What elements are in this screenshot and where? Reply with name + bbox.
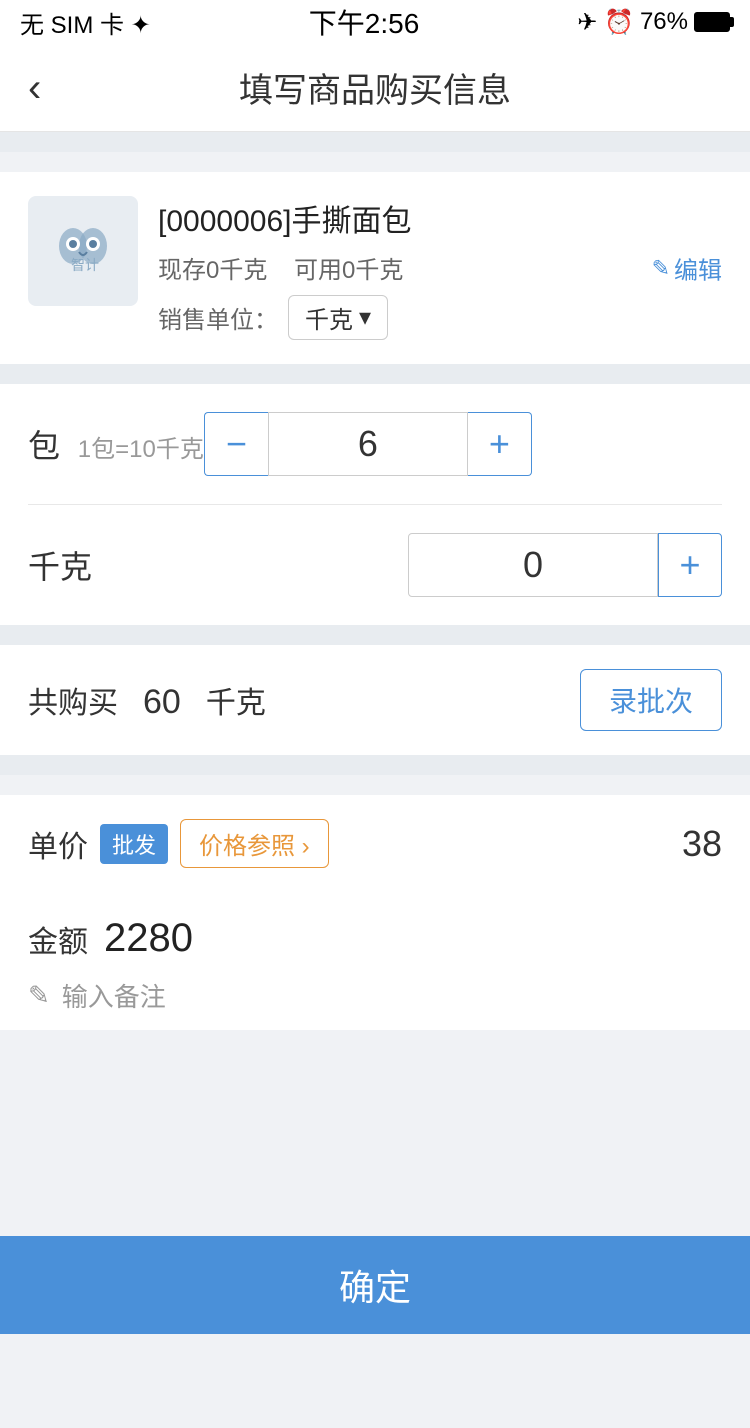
status-left: 无 SIM 卡 ✦ [20, 5, 151, 40]
stock-label: 现存0千克 [158, 257, 267, 284]
product-thumbnail: 智计 [28, 196, 138, 306]
nav-icons: ✈ ⏰ [577, 8, 634, 37]
section-divider-2 [0, 625, 750, 645]
product-unit-row: 销售单位： 千克 ▾ [158, 295, 722, 340]
price-value: 38 [682, 823, 722, 865]
back-button[interactable]: ‹ [28, 68, 41, 108]
kg-label: 千克 [28, 542, 408, 588]
price-label: 单价 [28, 822, 88, 866]
status-time: 下午2:56 [309, 2, 420, 42]
nav-bar: ‹ 填写商品购买信息 [0, 44, 750, 132]
product-name: [0000006]手撕面包 [158, 196, 722, 240]
confirm-button[interactable]: 确定 [0, 1236, 750, 1334]
total-row: 共购买 60 千克 录批次 [0, 645, 750, 755]
product-logo: 智计 [51, 218, 115, 285]
section-divider-3 [0, 755, 750, 775]
unit-select[interactable]: 千克 ▾ [288, 295, 388, 340]
status-bar: 无 SIM 卡 ✦ 下午2:56 ✈ ⏰ 76% [0, 0, 750, 44]
total-value: 60 [143, 683, 181, 721]
pencil-icon: ✎ [28, 980, 50, 1011]
product-stock: 现存0千克 可用0千克 [158, 250, 722, 285]
edit-label: 编辑 [674, 251, 722, 286]
page-title: 填写商品购买信息 [239, 63, 511, 112]
total-unit: 千克 [206, 687, 266, 720]
kg-row: 千克 + [28, 505, 722, 625]
status-right: ✈ ⏰ 76% [577, 8, 730, 37]
unit-value: 千克 [305, 300, 353, 335]
dropdown-icon: ▾ [359, 303, 371, 332]
price-ref-button[interactable]: 价格参照 › [180, 819, 329, 868]
price-section: 单价 批发 价格参照 › 38 [0, 795, 750, 892]
remark-placeholder: 输入备注 [62, 977, 166, 1014]
battery-percent: 76% [640, 8, 688, 36]
package-increment-button[interactable]: + [468, 412, 532, 476]
edit-icon: ✎ [652, 255, 670, 281]
total-text: 共购买 60 千克 [28, 678, 266, 722]
package-input[interactable] [268, 412, 468, 476]
package-row: 包 1包=10千克 − + [28, 384, 722, 505]
quantity-section: 包 1包=10千克 − + 千克 + [0, 384, 750, 625]
sim-label: 无 SIM 卡 ✦ [20, 5, 151, 40]
price-label-group: 单价 批发 价格参照 › [28, 819, 329, 868]
kg-increment-button[interactable]: + [658, 533, 722, 597]
package-decrement-button[interactable]: − [204, 412, 268, 476]
battery-icon [694, 12, 730, 32]
available-label: 可用0千克 [294, 257, 403, 284]
kg-input[interactable] [408, 533, 658, 597]
amount-value: 2280 [104, 916, 193, 961]
kg-stepper: + [408, 533, 722, 597]
package-label-group: 包 1包=10千克 [28, 421, 204, 467]
remark-row[interactable]: ✎ 输入备注 [28, 977, 722, 1014]
edit-button[interactable]: ✎ 编辑 [652, 251, 722, 286]
amount-label: 金额 [28, 917, 88, 961]
product-card: 智计 [0000006]手撕面包 现存0千克 可用0千克 销售单位： 千克 ▾ … [0, 172, 750, 364]
package-stepper: − + [204, 412, 532, 476]
product-info: [0000006]手撕面包 现存0千克 可用0千克 销售单位： 千克 ▾ [158, 196, 722, 340]
price-tag: 批发 [100, 824, 168, 864]
unit-label: 销售单位： [158, 300, 278, 335]
amount-section: 金额 2280 ✎ 输入备注 [0, 892, 750, 1030]
package-label: 包 [28, 428, 60, 464]
package-hint: 1包=10千克 [78, 436, 204, 463]
section-divider-1 [0, 364, 750, 384]
price-row: 单价 批发 价格参照 › 38 [28, 819, 722, 868]
amount-row: 金额 2280 [28, 916, 722, 961]
section-divider-top [0, 132, 750, 152]
svg-text:智计: 智计 [71, 257, 99, 273]
batch-button[interactable]: 录批次 [580, 669, 722, 731]
